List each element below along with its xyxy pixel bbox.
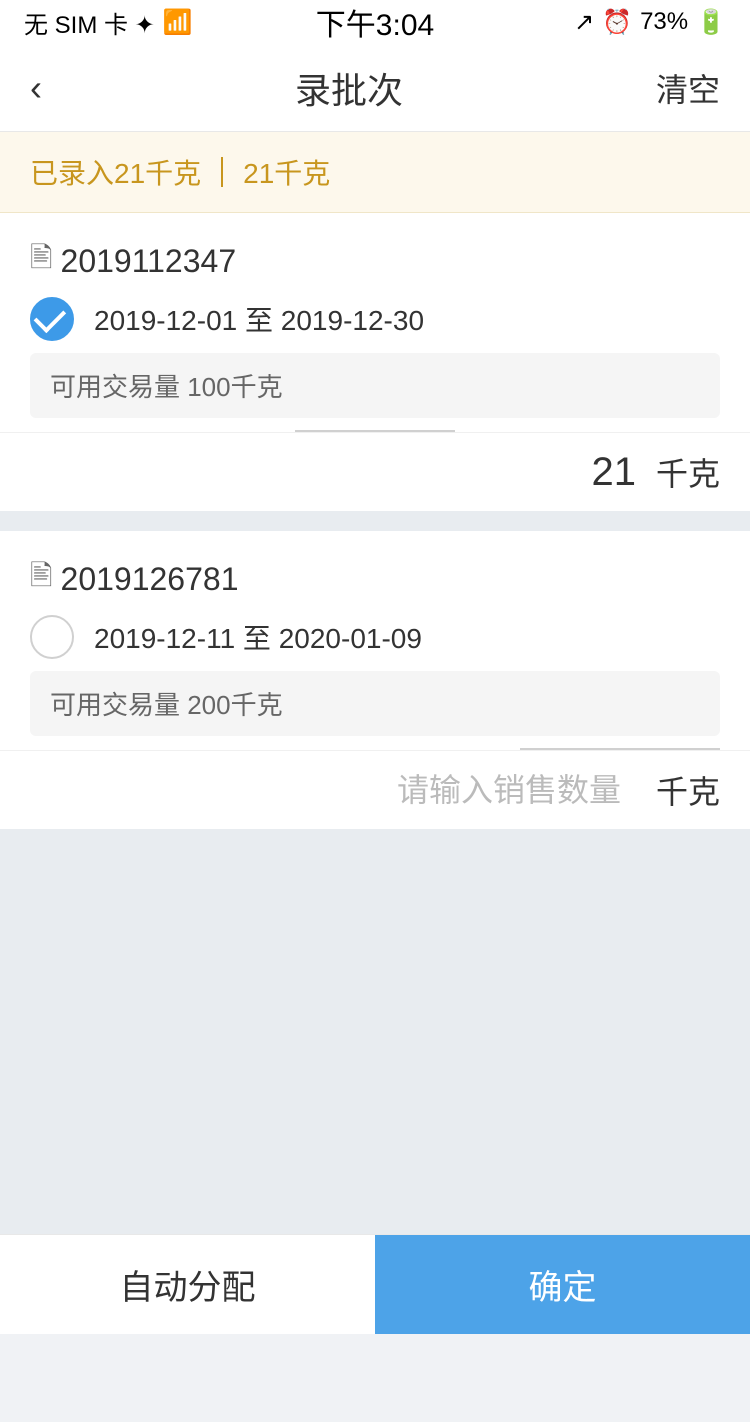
batch-2-unit: 千克: [656, 767, 720, 813]
battery-icon: 🔋: [696, 8, 726, 37]
info-banner: 已录入21千克 21千克: [0, 132, 750, 213]
batch-1-header: 🖹 2019112347: [0, 213, 750, 293]
status-bar: 无 SIM 卡 ✦ 📶 下午3:04 ↗ ⏰ 73% 🔋: [0, 0, 750, 44]
section-separator: [0, 511, 750, 531]
batch-1-radio[interactable]: [30, 297, 74, 341]
clear-button[interactable]: 清空: [656, 65, 720, 111]
battery-text: 73%: [640, 8, 688, 36]
batch-2-radio[interactable]: [30, 615, 74, 659]
info-divider: [221, 157, 223, 187]
confirm-button[interactable]: 确定: [375, 1235, 750, 1334]
batch-1-row[interactable]: 2019-12-01 至 2019-12-30: [0, 293, 750, 349]
page-content: 已录入21千克 21千克 🖹 2019112347 2019-12-01 至 2…: [0, 132, 750, 1422]
batch-1-amount-value: 21: [591, 450, 636, 495]
nav-bar: ‹ 录批次 清空: [0, 44, 750, 132]
batch-2-quantity-input[interactable]: [30, 772, 636, 809]
sim-text: 无 SIM 卡 ✦: [24, 5, 155, 40]
batch-2-header: 🖹 2019126781: [0, 531, 750, 611]
batch-1-amount-unit: 千克: [656, 449, 720, 495]
status-time: 下午3:04: [316, 0, 434, 44]
batch-2-id: 2019126781: [61, 561, 239, 598]
batch-1-icon: 🖹: [30, 237, 53, 285]
batch-card-2: 🖹 2019126781 2019-12-11 至 2020-01-09 可用交…: [0, 531, 750, 829]
auto-distribute-button[interactable]: 自动分配: [0, 1235, 375, 1334]
status-left: 无 SIM 卡 ✦ 📶: [24, 5, 193, 40]
batch-1-id: 2019112347: [61, 243, 237, 280]
bottom-bar: 自动分配 确定: [0, 1234, 750, 1334]
batch-2-date: 2019-12-11 至 2020-01-09: [94, 617, 422, 657]
batch-2-input-row: 千克: [0, 750, 750, 829]
batch-2-icon: 🖹: [30, 555, 53, 603]
batch-1-date: 2019-12-01 至 2019-12-30: [94, 299, 424, 339]
batch-1-availability: 可用交易量 100千克: [30, 353, 720, 418]
page-title: 录批次: [295, 62, 403, 114]
batch-2-availability: 可用交易量 200千克: [30, 671, 720, 736]
status-right: ↗ ⏰ 73% 🔋: [574, 8, 726, 37]
batch-2-row[interactable]: 2019-12-11 至 2020-01-09: [0, 611, 750, 667]
batch-1-amount-row: 21 千克: [0, 432, 750, 511]
wifi-icon: 📶: [163, 8, 193, 37]
info-label: 已录入21千克: [30, 152, 201, 192]
info-value: 21千克: [243, 152, 330, 192]
alarm-icon: ⏰: [602, 8, 632, 37]
batch-card-1: 🖹 2019112347 2019-12-01 至 2019-12-30 可用交…: [0, 213, 750, 511]
location-icon: ↗: [574, 8, 594, 37]
back-button[interactable]: ‹: [30, 67, 42, 109]
